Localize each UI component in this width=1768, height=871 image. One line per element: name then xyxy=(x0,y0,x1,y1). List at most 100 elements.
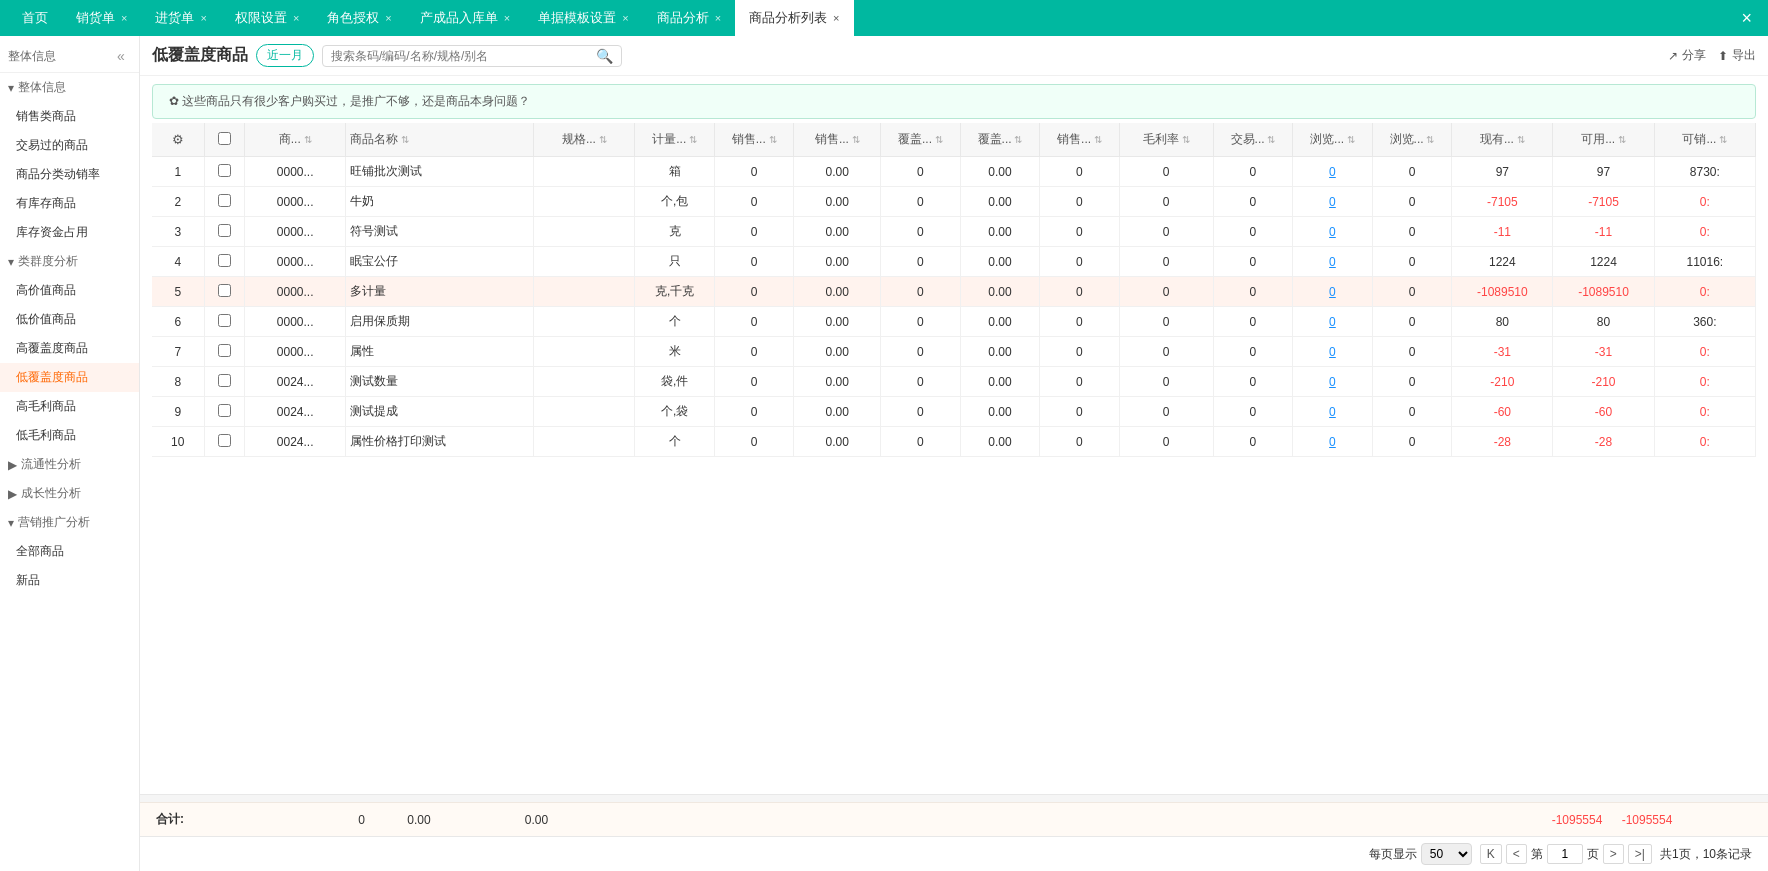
filter-recent-month-btn[interactable]: 近一月 xyxy=(256,44,314,67)
sidebar-item-high-coverage[interactable]: 高覆盖度商品 xyxy=(0,334,139,363)
nav-close-product-analysis-list[interactable]: × xyxy=(833,12,839,24)
th-code[interactable]: 商... xyxy=(245,123,346,157)
row-checkbox[interactable] xyxy=(218,194,231,207)
nav-close-product-instock[interactable]: × xyxy=(504,12,510,24)
sidebar-item-traded-goods[interactable]: 交易过的商品 xyxy=(0,131,139,160)
horizontal-scrollbar[interactable] xyxy=(140,794,1768,802)
cell-check[interactable] xyxy=(204,247,244,277)
sidebar-section-growth[interactable]: ▶ 成长性分析 xyxy=(0,479,139,508)
search-icon[interactable]: 🔍 xyxy=(596,48,613,64)
share-btn[interactable]: ↗ 分享 xyxy=(1668,47,1706,64)
export-btn[interactable]: ⬆ 导出 xyxy=(1718,47,1756,64)
cell-browse1[interactable]: 0 xyxy=(1293,277,1373,307)
row-checkbox[interactable] xyxy=(218,344,231,357)
window-close-button[interactable]: × xyxy=(1733,8,1760,29)
cell-browse1[interactable]: 0 xyxy=(1293,427,1373,457)
cell-browse1[interactable]: 0 xyxy=(1293,307,1373,337)
nav-close-template[interactable]: × xyxy=(622,12,628,24)
sidebar-item-capital[interactable]: 库存资金占用 xyxy=(0,218,139,247)
nav-permission-settings[interactable]: 权限设置 × xyxy=(221,0,313,36)
th-trade[interactable]: 交易... xyxy=(1213,123,1293,157)
sidebar-item-low-coverage[interactable]: 低覆盖度商品 xyxy=(0,363,139,392)
page-number-input[interactable] xyxy=(1547,844,1583,864)
sidebar-collapse-btn[interactable]: « xyxy=(111,46,131,66)
prev-page-btn[interactable]: < xyxy=(1506,844,1527,864)
cell-sales-amt: 0.00 xyxy=(794,277,881,307)
nav-purchase-order[interactable]: 进货单 × xyxy=(141,0,220,36)
row-checkbox[interactable] xyxy=(218,284,231,297)
th-available[interactable]: 可用... xyxy=(1553,123,1654,157)
sidebar-item-category-rate[interactable]: 商品分类动销率 xyxy=(0,160,139,189)
th-cover1[interactable]: 覆盖... xyxy=(881,123,961,157)
cell-browse1[interactable]: 0 xyxy=(1293,187,1373,217)
nav-template-settings[interactable]: 单据模板设置 × xyxy=(524,0,642,36)
sidebar-section-group-analysis[interactable]: ▾ 类群度分析 xyxy=(0,247,139,276)
sidebar-item-high-profit[interactable]: 高毛利商品 xyxy=(0,392,139,421)
cell-browse1[interactable]: 0 xyxy=(1293,397,1373,427)
nav-close-permission[interactable]: × xyxy=(293,12,299,24)
cell-browse1[interactable]: 0 xyxy=(1293,247,1373,277)
sidebar-item-new-goods[interactable]: 新品 xyxy=(0,566,139,595)
nav-close-product-analysis[interactable]: × xyxy=(715,12,721,24)
cell-check[interactable] xyxy=(204,337,244,367)
sidebar-item-sales-goods[interactable]: 销售类商品 xyxy=(0,102,139,131)
search-input[interactable] xyxy=(331,49,592,63)
sidebar-item-high-value[interactable]: 高价值商品 xyxy=(0,276,139,305)
th-spec[interactable]: 规格... xyxy=(534,123,635,157)
th-sales-qty[interactable]: 销售... xyxy=(714,123,794,157)
th-sales-amt[interactable]: 销售... xyxy=(794,123,881,157)
nav-sales-order[interactable]: 销货单 × xyxy=(62,0,141,36)
cell-check[interactable] xyxy=(204,397,244,427)
cell-check[interactable] xyxy=(204,217,244,247)
row-checkbox[interactable] xyxy=(218,404,231,417)
cell-browse1[interactable]: 0 xyxy=(1293,367,1373,397)
nav-close-purchase-order[interactable]: × xyxy=(200,12,206,24)
cell-check[interactable] xyxy=(204,307,244,337)
th-cover2[interactable]: 覆盖... xyxy=(960,123,1040,157)
nav-close-sales-order[interactable]: × xyxy=(121,12,127,24)
row-checkbox[interactable] xyxy=(218,164,231,177)
settings-icon[interactable]: ⚙ xyxy=(172,132,184,147)
sidebar-item-low-profit[interactable]: 低毛利商品 xyxy=(0,421,139,450)
page-size-dropdown[interactable]: 50 100 200 xyxy=(1421,843,1472,865)
sidebar-item-all-goods[interactable]: 全部商品 xyxy=(0,537,139,566)
nav-product-analysis[interactable]: 商品分析 × xyxy=(643,0,735,36)
th-name[interactable]: 商品名称 xyxy=(346,123,534,157)
nav-role-auth[interactable]: 角色授权 × xyxy=(313,0,405,36)
nav-product-instock[interactable]: 产成品入库单 × xyxy=(406,0,524,36)
first-page-btn[interactable]: K xyxy=(1480,844,1502,864)
th-gross[interactable]: 毛利率 xyxy=(1119,123,1213,157)
row-checkbox[interactable] xyxy=(218,224,231,237)
nav-home[interactable]: 首页 xyxy=(8,0,62,36)
cell-check[interactable] xyxy=(204,187,244,217)
row-checkbox[interactable] xyxy=(218,374,231,387)
row-checkbox[interactable] xyxy=(218,254,231,267)
sidebar-section-marketing[interactable]: ▾ 营销推广分析 xyxy=(0,508,139,537)
th-saleable[interactable]: 可销... xyxy=(1654,123,1755,157)
th-unit[interactable]: 计量... xyxy=(635,123,715,157)
cell-check[interactable] xyxy=(204,157,244,187)
th-current[interactable]: 现有... xyxy=(1452,123,1553,157)
cell-trade: 0 xyxy=(1213,367,1293,397)
th-browse1[interactable]: 浏览... xyxy=(1293,123,1373,157)
nav-close-role[interactable]: × xyxy=(385,12,391,24)
cell-check[interactable] xyxy=(204,277,244,307)
next-page-btn[interactable]: > xyxy=(1603,844,1624,864)
sidebar-item-low-value[interactable]: 低价值商品 xyxy=(0,305,139,334)
cell-browse1[interactable]: 0 xyxy=(1293,337,1373,367)
row-checkbox[interactable] xyxy=(218,434,231,447)
nav-product-analysis-list[interactable]: 商品分析列表 × xyxy=(735,0,853,36)
cell-check[interactable] xyxy=(204,427,244,457)
cell-check[interactable] xyxy=(204,367,244,397)
cell-browse1[interactable]: 0 xyxy=(1293,217,1373,247)
sidebar-section-overall[interactable]: ▾ 整体信息 xyxy=(0,73,139,102)
cell-sales-qty: 0 xyxy=(714,277,794,307)
th-browse2[interactable]: 浏览... xyxy=(1372,123,1452,157)
cell-browse1[interactable]: 0 xyxy=(1293,157,1373,187)
row-checkbox[interactable] xyxy=(218,314,231,327)
sidebar-section-circulation[interactable]: ▶ 流通性分析 xyxy=(0,450,139,479)
select-all-checkbox[interactable] xyxy=(218,132,231,145)
last-page-btn[interactable]: >| xyxy=(1628,844,1652,864)
th-sales-misc[interactable]: 销售... xyxy=(1040,123,1120,157)
sidebar-item-in-stock[interactable]: 有库存商品 xyxy=(0,189,139,218)
